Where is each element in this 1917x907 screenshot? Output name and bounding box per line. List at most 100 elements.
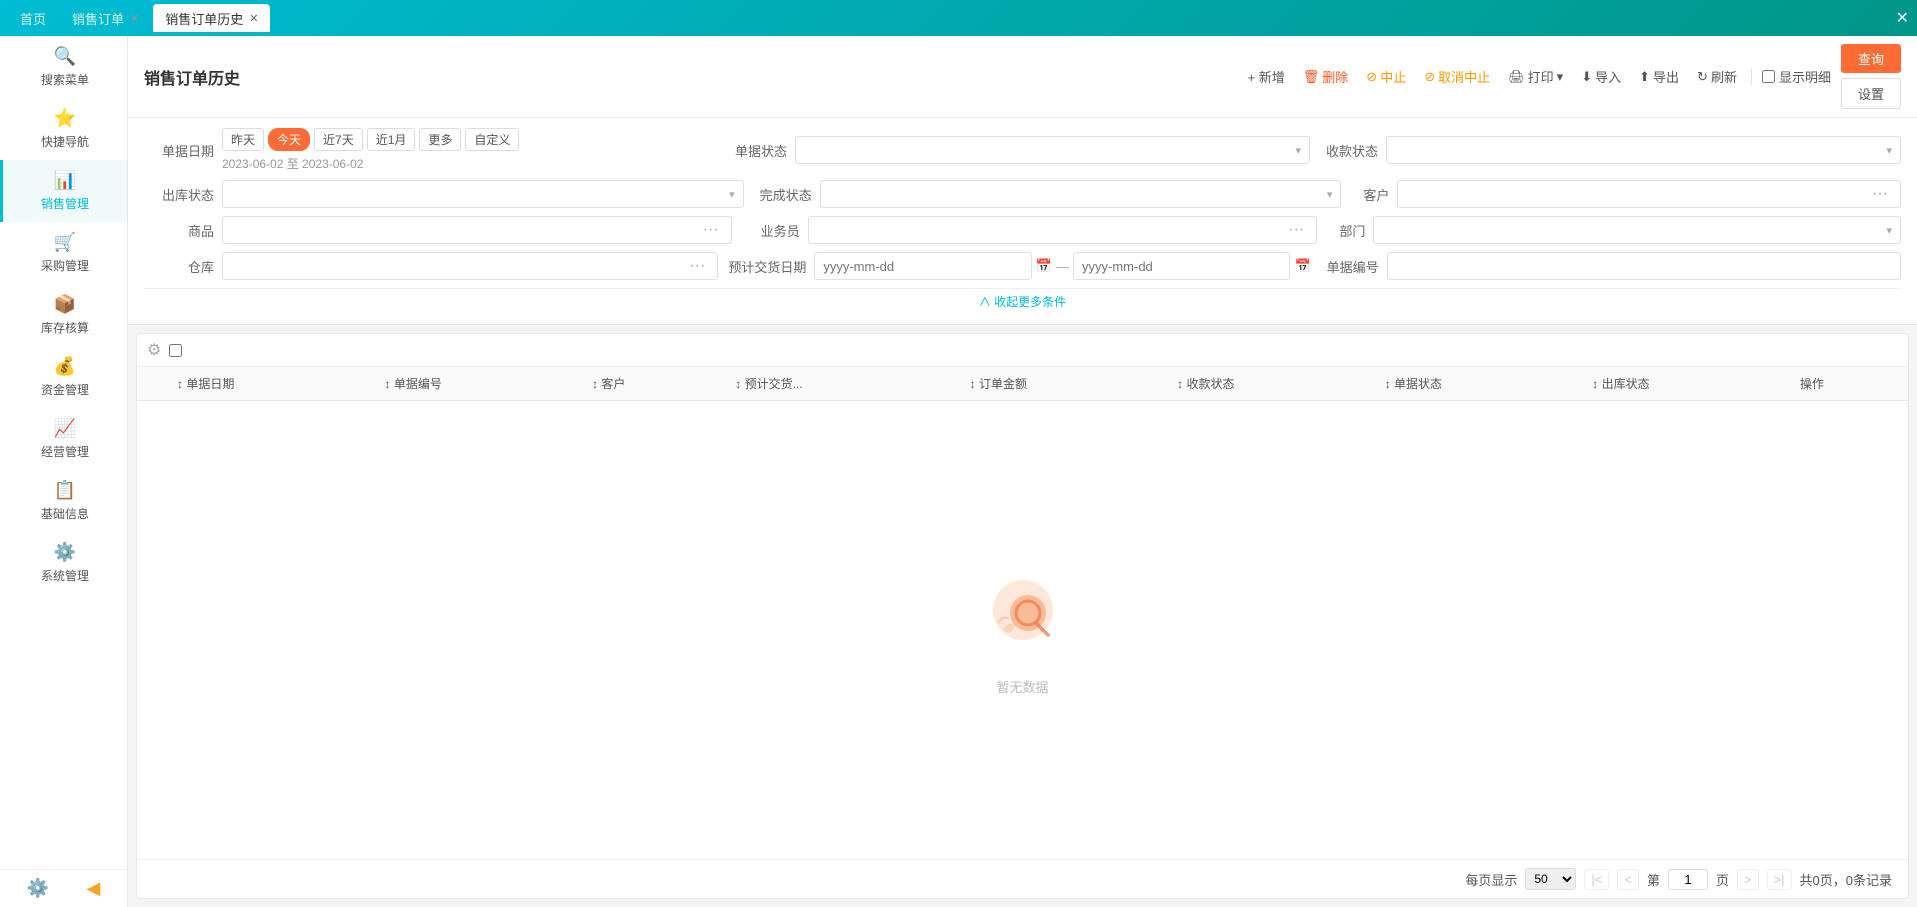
sidebar-item-system-mgmt[interactable]: ⚙️ 系统管理 [0, 532, 127, 594]
goods-dots-icon[interactable]: ··· [699, 221, 723, 239]
last-page-btn[interactable]: >| [1767, 869, 1792, 890]
table-area: ⚙ ↕ 单据日期 ↕ 单据编号 ↕ 客户 [136, 333, 1909, 899]
print-btn[interactable]: 🖨 打印 ▾ [1504, 65, 1567, 88]
sidebar-item-finance[interactable]: 💰 资金管理 [0, 346, 127, 408]
sidebar-item-sales-mgmt[interactable]: 📊 销售管理 [0, 160, 127, 222]
sidebar-item-search-menu[interactable]: 🔍 搜索菜单 [0, 36, 127, 98]
display-detail-checkbox[interactable]: 显示明细 [1762, 67, 1831, 86]
export-btn[interactable]: ⬆ 导出 [1635, 65, 1683, 88]
table-header: ↕ 单据日期 ↕ 单据编号 ↕ 客户 ↕ 预计交货... ↕ 订单金额 [137, 367, 1908, 401]
salesperson-select[interactable]: ··· [808, 216, 1318, 244]
th-order-amount[interactable]: ↕ 订单金额 [960, 367, 1168, 401]
th-bill-no[interactable]: ↕ 单据编号 [375, 367, 583, 401]
salesperson-dots-icon[interactable]: ··· [1284, 221, 1308, 239]
table-settings-icon[interactable]: ⚙ [147, 340, 161, 360]
stop-icon: ⊘ [1366, 69, 1377, 85]
custom-btn[interactable]: 自定义 [465, 128, 519, 151]
expected-date-start-input[interactable] [814, 252, 1031, 280]
cancel-stop-btn-label: 取消中止 [1438, 67, 1490, 86]
calendar-icon-end[interactable]: 📅 [1294, 258, 1310, 274]
filter-area: 单据日期 昨天 今天 近7天 近1月 更多 自定义 2023-06-02 至 2… [128, 118, 1917, 325]
goods-select[interactable]: ··· [222, 216, 732, 244]
display-detail-input[interactable] [1762, 70, 1775, 83]
sidebar-item-operations[interactable]: 📈 经营管理 [0, 408, 127, 470]
th-customer-label: ↕ 客户 [592, 377, 625, 391]
th-bill-no-label: ↕ 单据编号 [385, 377, 442, 391]
more-btn[interactable]: 更多 [419, 128, 461, 151]
out-status-select[interactable]: ▾ [222, 180, 744, 208]
cancel-stop-btn[interactable]: ⊘ 取消中止 [1420, 65, 1494, 88]
empty-text: 暂无数据 [996, 677, 1048, 696]
operations-icon: 📈 [54, 418, 76, 439]
filter-row-3: 商品 ··· 业务员 ··· 部门 ▾ [144, 216, 1901, 244]
sales-mgmt-icon: 📊 [54, 170, 76, 191]
sidebar-settings-btn[interactable]: ⚙️ [27, 878, 49, 899]
complete-status-select[interactable]: ▾ [820, 180, 1342, 208]
customer-filter-label: 客户 [1349, 185, 1389, 204]
date-filter-label: 单据日期 [144, 141, 214, 160]
tab-sales-order-close[interactable]: ✕ [130, 12, 139, 25]
last7-btn[interactable]: 近7天 [314, 128, 363, 151]
sidebar-item-purchase-mgmt[interactable]: 🛒 采购管理 [0, 222, 127, 284]
bill-status-select[interactable]: ▾ [795, 136, 1310, 164]
sidebar-item-quick-nav[interactable]: ⭐ 快捷导航 [0, 98, 127, 160]
next-page-btn[interactable]: > [1737, 869, 1759, 890]
sidebar-item-finance-label: 资金管理 [41, 381, 89, 398]
prev-page-btn[interactable]: < [1617, 869, 1639, 890]
warehouse-dots-icon[interactable]: ··· [685, 257, 709, 275]
page-word: 第 [1647, 870, 1660, 889]
tab-home[interactable]: 首页 [8, 4, 58, 32]
sidebar-item-base-info-label: 基础信息 [41, 505, 89, 522]
tab-sales-order-label: 销售订单 [72, 9, 124, 28]
refresh-btn[interactable]: ↻ 刷新 [1693, 65, 1741, 88]
expected-date-end-input[interactable] [1073, 252, 1290, 280]
first-page-btn[interactable]: |< [1584, 869, 1609, 890]
complete-status-arrow-icon: ▾ [1327, 188, 1333, 201]
last1m-btn[interactable]: 近1月 [367, 128, 416, 151]
th-customer[interactable]: ↕ 客户 [582, 367, 725, 401]
select-all-checkbox[interactable] [169, 344, 182, 357]
delete-btn[interactable]: 🗑 删除 [1299, 65, 1353, 88]
warehouse-select[interactable]: ··· [222, 252, 718, 280]
stop-btn[interactable]: ⊘ 中止 [1362, 65, 1410, 88]
tab-sales-order-history-close[interactable]: ✕ [249, 12, 258, 25]
import-btn[interactable]: ⬇ 导入 [1577, 65, 1625, 88]
sidebar-item-base-info[interactable]: 📋 基础信息 [0, 470, 127, 532]
dept-select[interactable]: ▾ [1373, 216, 1901, 244]
th-date[interactable]: ↕ 单据日期 [167, 367, 375, 401]
th-expected-delivery[interactable]: ↕ 预计交货... [725, 367, 959, 401]
customer-dots-icon[interactable]: ··· [1868, 185, 1892, 203]
query-btn[interactable]: 查询 [1841, 44, 1901, 73]
th-bill-status[interactable]: ↕ 单据状态 [1375, 367, 1583, 401]
out-status-arrow-icon: ▾ [729, 188, 735, 201]
empty-state: 暂无数据 [137, 401, 1908, 859]
collapse-bar[interactable]: ∧ 收起更多条件 [144, 288, 1901, 314]
bill-no-input[interactable] [1387, 252, 1901, 280]
tab-sales-order-history[interactable]: 销售订单历史 ✕ [153, 4, 270, 32]
today-btn[interactable]: 今天 [268, 128, 310, 151]
date-buttons: 昨天 今天 近7天 近1月 更多 自定义 [222, 128, 719, 151]
th-out-status[interactable]: ↕ 出库状态 [1582, 367, 1790, 401]
sidebar-collapse-btn[interactable]: ◀ [86, 878, 100, 899]
window-close-btn[interactable]: ✕ [1896, 8, 1909, 28]
delete-btn-label: 删除 [1322, 67, 1348, 86]
customer-select[interactable]: ··· [1397, 180, 1901, 208]
th-receipt-status[interactable]: ↕ 收款状态 [1167, 367, 1375, 401]
sidebar-item-search-menu-label: 搜索菜单 [41, 71, 89, 88]
import-btn-label: 导入 [1595, 67, 1621, 86]
page-number-input[interactable] [1668, 869, 1708, 890]
sidebar: 🔍 搜索菜单 ⭐ 快捷导航 📊 销售管理 🛒 采购管理 📦 库存核算 💰 资金管… [0, 36, 128, 907]
bill-no-filter-label: 单据编号 [1319, 257, 1379, 276]
page-size-select[interactable]: 50 10 20 100 [1525, 868, 1576, 890]
sidebar-bottom: ⚙️ ◀ [0, 869, 127, 907]
stop-btn-label: 中止 [1380, 67, 1406, 86]
new-btn[interactable]: + 新增 [1244, 65, 1289, 88]
yesterday-btn[interactable]: 昨天 [222, 128, 264, 151]
tab-sales-order[interactable]: 销售订单 ✕ [60, 4, 151, 32]
sidebar-item-inventory[interactable]: 📦 库存核算 [0, 284, 127, 346]
tab-sales-order-history-label: 销售订单历史 [165, 9, 243, 28]
sidebar-item-sales-mgmt-label: 销售管理 [41, 195, 89, 212]
settings-btn[interactable]: 设置 [1841, 78, 1901, 109]
receipt-status-select[interactable]: ▾ [1386, 136, 1901, 164]
calendar-icon-start[interactable]: 📅 [1036, 258, 1052, 274]
